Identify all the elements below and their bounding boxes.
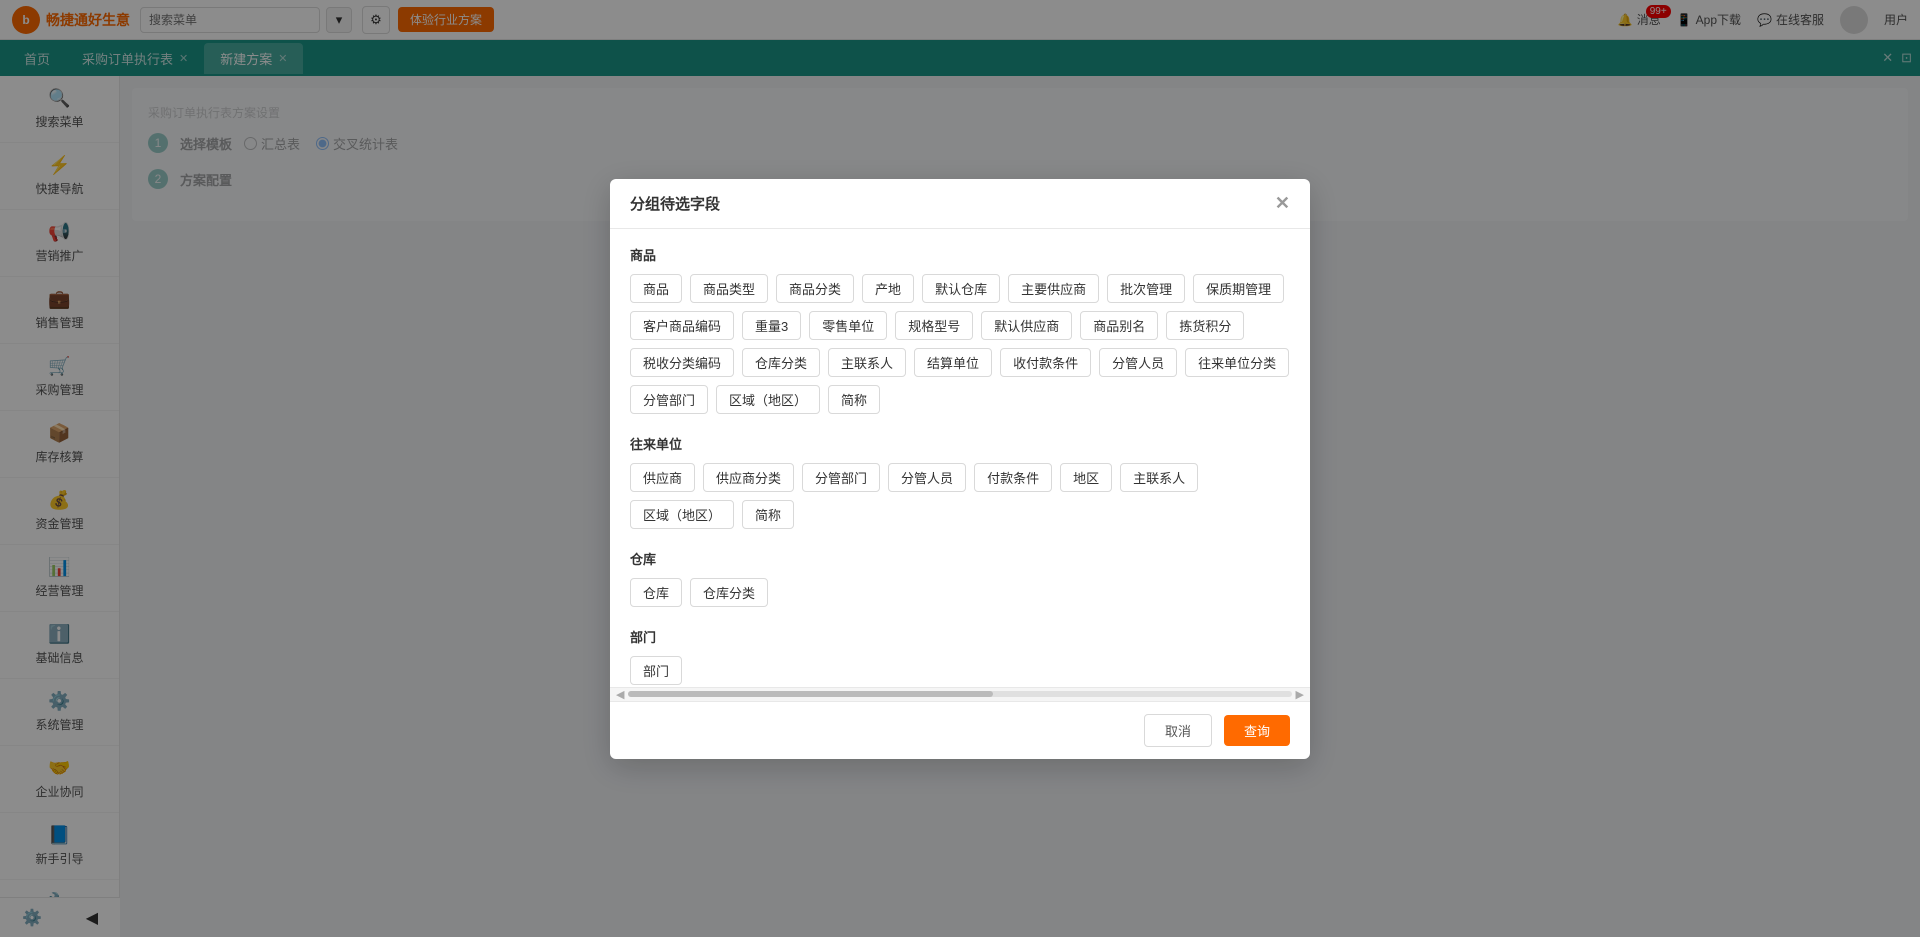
modal-title: 分组待选字段: [630, 193, 720, 214]
cancel-button[interactable]: 取消: [1144, 714, 1212, 747]
section-warehouse-title: 仓库: [630, 549, 1290, 568]
field-tag[interactable]: 分管人员: [1099, 348, 1177, 377]
field-tag[interactable]: 商品: [630, 274, 682, 303]
field-tag[interactable]: 主联系人: [828, 348, 906, 377]
horizontal-scrollbar[interactable]: ◀ ▶: [610, 687, 1310, 701]
field-tag[interactable]: 主联系人: [1120, 463, 1198, 492]
field-tag[interactable]: 地区: [1060, 463, 1112, 492]
field-tag[interactable]: 产地: [862, 274, 914, 303]
section-warehouse: 仓库 仓库 仓库分类: [630, 549, 1290, 607]
field-tag[interactable]: 部门: [630, 656, 682, 685]
field-tag[interactable]: 分管人员: [888, 463, 966, 492]
section-product-fields: 商品 商品类型 商品分类 产地 默认仓库 主要供应商 批次管理 保质期管理 客户…: [630, 274, 1290, 414]
field-tag[interactable]: 默认供应商: [981, 311, 1072, 340]
section-product: 商品 商品 商品类型 商品分类 产地 默认仓库 主要供应商 批次管理 保质期管理…: [630, 245, 1290, 414]
field-tag[interactable]: 区域（地区）: [630, 500, 734, 529]
section-partner: 往来单位 供应商 供应商分类 分管部门 分管人员 付款条件 地区 主联系人 区域…: [630, 434, 1290, 529]
modal-body: 商品 商品 商品类型 商品分类 产地 默认仓库 主要供应商 批次管理 保质期管理…: [610, 229, 1310, 687]
field-tag[interactable]: 批次管理: [1107, 274, 1185, 303]
section-warehouse-fields: 仓库 仓库分类: [630, 578, 1290, 607]
field-tag[interactable]: 仓库分类: [690, 578, 768, 607]
field-tag[interactable]: 规格型号: [895, 311, 973, 340]
field-tag[interactable]: 仓库: [630, 578, 682, 607]
field-tag[interactable]: 重量3: [742, 311, 801, 340]
section-department-fields: 部门: [630, 656, 1290, 685]
modal-header: 分组待选字段 ✕: [610, 179, 1310, 229]
field-tag[interactable]: 商品分类: [776, 274, 854, 303]
field-tag[interactable]: 供应商分类: [703, 463, 794, 492]
field-tag[interactable]: 简称: [742, 500, 794, 529]
field-tag[interactable]: 收付款条件: [1000, 348, 1091, 377]
modal-footer: 取消 查询: [610, 701, 1310, 759]
section-product-title: 商品: [630, 245, 1290, 264]
field-tag[interactable]: 付款条件: [974, 463, 1052, 492]
section-partner-fields: 供应商 供应商分类 分管部门 分管人员 付款条件 地区 主联系人 区域（地区） …: [630, 463, 1290, 529]
field-tag[interactable]: 区域（地区）: [716, 385, 820, 414]
field-tag[interactable]: 商品别名: [1080, 311, 1158, 340]
field-tag[interactable]: 简称: [828, 385, 880, 414]
field-tag[interactable]: 仓库分类: [742, 348, 820, 377]
section-department: 部门 部门: [630, 627, 1290, 685]
field-tag[interactable]: 供应商: [630, 463, 695, 492]
section-partner-title: 往来单位: [630, 434, 1290, 453]
field-tag[interactable]: 主要供应商: [1008, 274, 1099, 303]
confirm-button[interactable]: 查询: [1224, 715, 1290, 746]
field-tag[interactable]: 分管部门: [802, 463, 880, 492]
field-tag[interactable]: 结算单位: [914, 348, 992, 377]
section-department-title: 部门: [630, 627, 1290, 646]
field-tag[interactable]: 拣货积分: [1166, 311, 1244, 340]
field-tag[interactable]: 税收分类编码: [630, 348, 734, 377]
field-tag[interactable]: 往来单位分类: [1185, 348, 1289, 377]
field-tag[interactable]: 保质期管理: [1193, 274, 1284, 303]
field-tag[interactable]: 分管部门: [630, 385, 708, 414]
modal-overlay: 分组待选字段 ✕ 商品 商品 商品类型 商品分类 产地 默认仓库 主要供应商 批…: [0, 0, 1920, 937]
field-tag[interactable]: 商品类型: [690, 274, 768, 303]
modal-close-button[interactable]: ✕: [1275, 194, 1290, 212]
modal: 分组待选字段 ✕ 商品 商品 商品类型 商品分类 产地 默认仓库 主要供应商 批…: [610, 179, 1310, 759]
field-tag[interactable]: 默认仓库: [922, 274, 1000, 303]
field-tag[interactable]: 零售单位: [809, 311, 887, 340]
field-tag[interactable]: 客户商品编码: [630, 311, 734, 340]
